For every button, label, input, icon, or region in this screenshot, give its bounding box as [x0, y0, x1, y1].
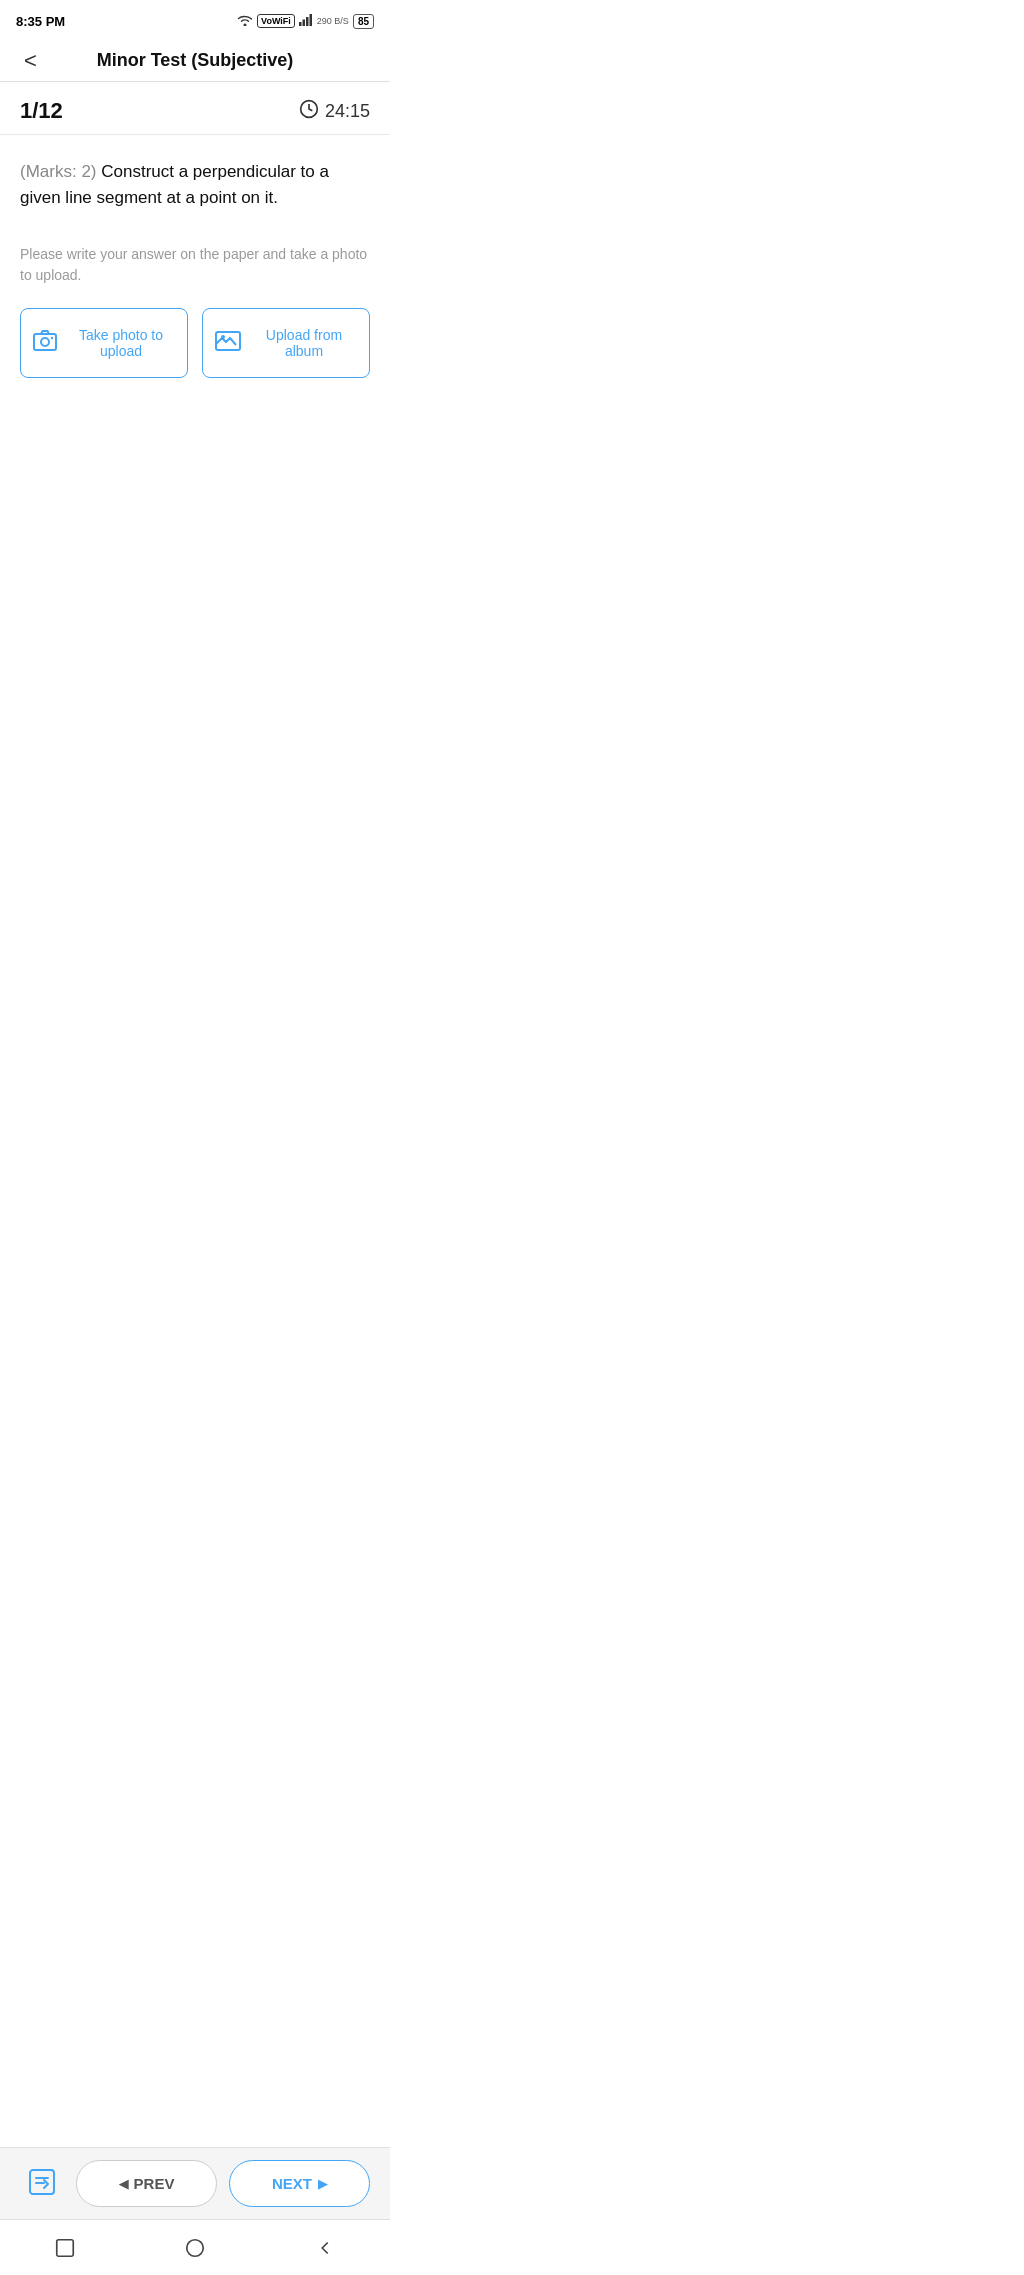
battery-badge: 85 [353, 14, 374, 29]
timer-value: 24:15 [325, 101, 370, 122]
sys-recents-button[interactable] [176, 2229, 214, 2267]
wifi-icon [237, 14, 253, 28]
svg-point-7 [51, 336, 53, 338]
camera-icon [33, 329, 57, 357]
bottom-nav: ◀ PREV NEXT ▶ [0, 2147, 390, 2219]
take-photo-button[interactable]: Take photo to upload [20, 308, 188, 378]
take-photo-label: Take photo to upload [67, 327, 175, 359]
upload-album-label: Upload from album [251, 327, 357, 359]
sys-back-button[interactable] [306, 2229, 344, 2267]
answer-instruction: Please write your answer on the paper an… [0, 228, 390, 294]
clock-icon [299, 99, 319, 124]
report-icon-button[interactable] [20, 2160, 64, 2207]
prev-button[interactable]: ◀ PREV [76, 2160, 217, 2207]
page-title: Minor Test (Subjective) [97, 50, 294, 71]
signal-icon [299, 14, 313, 28]
bps-label: 290 B/S [317, 16, 349, 26]
svg-rect-3 [309, 14, 312, 26]
svg-point-9 [221, 335, 225, 339]
marks-label: (Marks: 2) [20, 162, 97, 181]
question-counter: 1/12 [20, 98, 63, 124]
app-bar: < Minor Test (Subjective) [0, 40, 390, 82]
upload-album-button[interactable]: Upload from album [202, 308, 370, 378]
svg-rect-1 [302, 20, 305, 27]
next-button[interactable]: NEXT ▶ [229, 2160, 370, 2207]
back-button[interactable]: < [16, 44, 45, 78]
progress-row: 1/12 24:15 [0, 82, 390, 135]
svg-rect-11 [57, 2239, 74, 2256]
svg-rect-2 [306, 17, 309, 26]
upload-buttons-container: Take photo to upload Upload from album [0, 294, 390, 398]
svg-point-6 [41, 338, 49, 346]
sys-home-button[interactable] [46, 2229, 84, 2267]
next-arrow-icon: ▶ [318, 2177, 327, 2191]
svg-rect-0 [299, 22, 302, 26]
album-icon [215, 329, 241, 357]
content-spacer [0, 398, 390, 898]
vowifi-badge: VoWiFi [257, 14, 295, 28]
prev-label: PREV [134, 2175, 175, 2192]
status-bar: 8:35 PM VoWiFi 290 B/S 85 [0, 0, 390, 40]
svg-point-12 [187, 2239, 204, 2256]
system-nav-bar [0, 2219, 390, 2275]
status-time: 8:35 PM [16, 14, 65, 29]
question-text: (Marks: 2) Construct a perpendicular to … [20, 159, 370, 212]
next-label: NEXT [272, 2175, 312, 2192]
status-right-icons: VoWiFi 290 B/S 85 [237, 14, 374, 29]
timer-display: 24:15 [299, 99, 370, 124]
question-section: (Marks: 2) Construct a perpendicular to … [0, 135, 390, 228]
prev-arrow-icon: ◀ [119, 2177, 128, 2191]
svg-rect-5 [34, 334, 56, 350]
